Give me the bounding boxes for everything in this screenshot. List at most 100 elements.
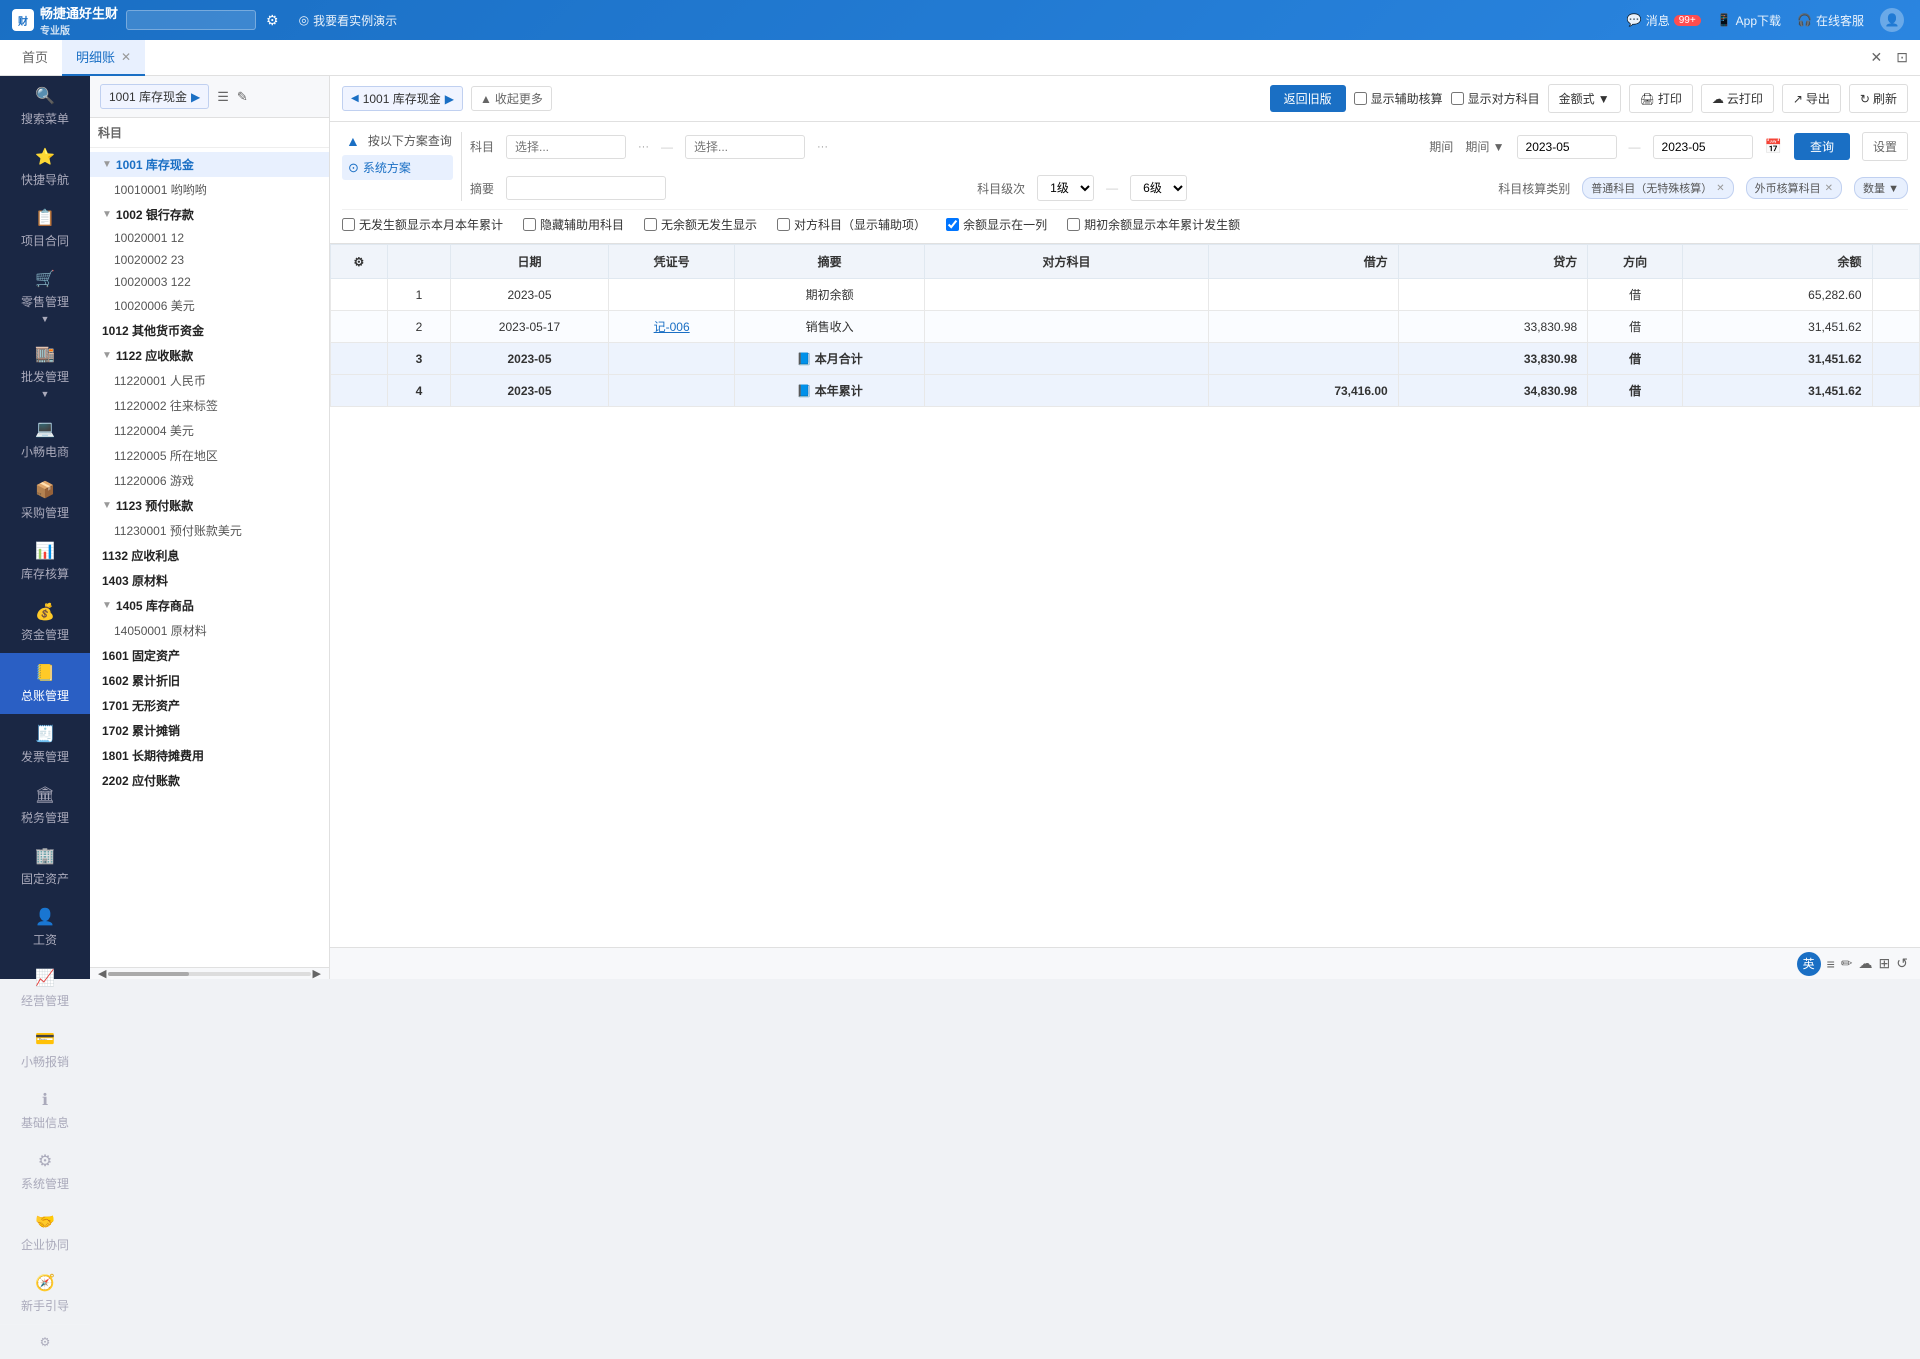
tree-node-11220002[interactable]: 11220002 往来标签 bbox=[90, 393, 329, 418]
tree-node-1602[interactable]: 1602 累计折旧 bbox=[90, 668, 329, 693]
period-start-input[interactable] bbox=[1517, 135, 1617, 159]
show-opposite-input[interactable] bbox=[1451, 92, 1464, 105]
tab-home[interactable]: 首页 bbox=[8, 40, 62, 76]
no-balance2-input[interactable] bbox=[644, 218, 657, 231]
show-aux-checkbox[interactable]: 显示辅助核算 bbox=[1354, 90, 1443, 107]
bottom-btn-grid[interactable]: ⊞ bbox=[1879, 955, 1891, 972]
return-old-btn[interactable]: 返回旧版 bbox=[1270, 85, 1346, 112]
tree-node-14050001[interactable]: 14050001 原材料 bbox=[90, 618, 329, 643]
tree-node-1122[interactable]: ▼ 1122 应收账款 bbox=[90, 343, 329, 368]
message-btn[interactable]: 💬 消息 99+ bbox=[1627, 12, 1701, 29]
calendar-icon1[interactable]: 📅 bbox=[1765, 138, 1782, 155]
period-end-input[interactable] bbox=[1653, 135, 1753, 159]
account-filter-input[interactable] bbox=[506, 135, 626, 159]
demo-link[interactable]: ◎ 我要看实例演示 bbox=[299, 12, 398, 29]
tree-scroll-right-btn[interactable]: ▶ bbox=[311, 965, 323, 979]
tree-node-10020002[interactable]: 10020002 23 bbox=[90, 249, 329, 271]
no-balance-checkbox[interactable]: 无发生额显示本月本年累计 bbox=[342, 216, 503, 233]
tree-node-1701[interactable]: 1701 无形资产 bbox=[90, 693, 329, 718]
tree-node-1702[interactable]: 1702 累计摊销 bbox=[90, 718, 329, 743]
col-settings[interactable]: ⚙ bbox=[331, 245, 388, 279]
tree-node-10020006[interactable]: 10020006 美元 bbox=[90, 293, 329, 318]
bottom-btn-translate[interactable]: 英 bbox=[1797, 952, 1821, 976]
quantity-tag[interactable]: 数量 ▼ bbox=[1854, 177, 1908, 199]
sidebar-item-retail[interactable]: 🛒 零售管理 ▼ bbox=[0, 259, 90, 334]
bottom-btn-menu[interactable]: ≡ bbox=[1827, 956, 1835, 972]
company-input[interactable] bbox=[126, 10, 256, 30]
tree-node-11220005[interactable]: 11220005 所在地区 bbox=[90, 443, 329, 468]
balance-one-col-checkbox[interactable]: 余额显示在一列 bbox=[946, 216, 1047, 233]
hide-aux-checkbox[interactable]: 隐藏辅助用科目 bbox=[523, 216, 624, 233]
show-aux-input[interactable] bbox=[1354, 92, 1367, 105]
category-tag-2-close[interactable]: ✕ bbox=[1825, 183, 1833, 194]
sidebar-item-sys[interactable]: ⚙ 系统管理 bbox=[0, 1141, 90, 1202]
amount-style-btn[interactable]: 金额式 ▼ bbox=[1548, 84, 1621, 113]
bottom-btn-cloud[interactable]: ☁ bbox=[1859, 955, 1873, 972]
voucher-link[interactable]: 记-006 bbox=[654, 320, 690, 334]
filter-settings-btn[interactable]: 设置 bbox=[1862, 132, 1908, 161]
tab-close-all-btn[interactable]: ✕ bbox=[1867, 45, 1887, 70]
tree-node-1012[interactable]: 1012 其他货币资金 bbox=[90, 318, 329, 343]
period-balance-input[interactable] bbox=[1067, 218, 1080, 231]
sidebar-settings-btn[interactable]: ⚙ bbox=[0, 1325, 90, 1359]
level-from-select[interactable]: 1级2级3级 bbox=[1037, 175, 1094, 201]
bottom-btn-refresh[interactable]: ↺ bbox=[1896, 955, 1908, 972]
tree-scroll-left-btn[interactable]: ◀ bbox=[96, 965, 108, 979]
category-tag-1[interactable]: 普通科目（无特殊核算）✕ bbox=[1582, 177, 1733, 199]
level-to-select[interactable]: 6级5级4级 bbox=[1130, 175, 1187, 201]
sidebar-item-inventory[interactable]: 📊 库存核算 bbox=[0, 531, 90, 592]
tree-node-1132[interactable]: 1132 应收利息 bbox=[90, 543, 329, 568]
sidebar-item-quicknav[interactable]: ⭐ 快捷导航 bbox=[0, 137, 90, 198]
filter-collapse-btn[interactable]: ▲ bbox=[342, 133, 364, 149]
sidebar-item-invoice[interactable]: 🧾 发票管理 bbox=[0, 714, 90, 775]
sidebar-item-capital[interactable]: 💰 资金管理 bbox=[0, 592, 90, 653]
show-opp-input[interactable] bbox=[777, 218, 790, 231]
sidebar-item-biz[interactable]: 📈 经营管理 bbox=[0, 958, 90, 1019]
tree-node-2202[interactable]: 2202 应付账款 bbox=[90, 768, 329, 793]
tree-node-10020003[interactable]: 10020003 122 bbox=[90, 271, 329, 293]
summary-input[interactable] bbox=[506, 176, 666, 200]
system-scheme-item[interactable]: ⊙ 系统方案 bbox=[342, 155, 453, 180]
sidebar-item-purchase[interactable]: 📦 采购管理 bbox=[0, 470, 90, 531]
tree-node-1801[interactable]: 1801 长期待摊费用 bbox=[90, 743, 329, 768]
online-service-btn[interactable]: 🎧 在线客服 bbox=[1797, 12, 1864, 29]
tree-node-1001[interactable]: ▼ 1001 库存现金 bbox=[90, 152, 329, 177]
tree-node-11230001[interactable]: 11230001 预付账款美元 bbox=[90, 518, 329, 543]
tab-expand-btn[interactable]: ⊡ bbox=[1892, 45, 1912, 70]
tree-node-1123[interactable]: ▼ 1123 预付账款 bbox=[90, 493, 329, 518]
period-balance-checkbox[interactable]: 期初余额显示本年累计发生额 bbox=[1067, 216, 1240, 233]
sidebar-item-search[interactable]: 🔍 搜索菜单 bbox=[0, 76, 90, 137]
app-download-btn[interactable]: 📱 App下载 bbox=[1717, 12, 1781, 29]
sidebar-item-assets[interactable]: 🏢 固定资产 bbox=[0, 836, 90, 897]
sidebar-item-guide[interactable]: 🧭 新手引导 bbox=[0, 1263, 90, 1324]
row2-voucher[interactable]: 记-006 bbox=[608, 311, 734, 343]
tree-edit-btn[interactable]: ✎ bbox=[235, 87, 250, 107]
bottom-btn-edit[interactable]: ✏ bbox=[1841, 955, 1853, 972]
category-tag-2[interactable]: 外币核算科目✕ bbox=[1746, 177, 1842, 199]
tree-node-1002[interactable]: ▼ 1002 银行存款 bbox=[90, 202, 329, 227]
settings-icon-btn[interactable]: ⚙ bbox=[262, 8, 283, 33]
tree-node-1601[interactable]: 1601 固定资产 bbox=[90, 643, 329, 668]
show-opposite-checkbox[interactable]: 显示对方科目 bbox=[1451, 90, 1540, 107]
sidebar-item-project[interactable]: 📋 项目合同 bbox=[0, 198, 90, 259]
sidebar-item-xcsales[interactable]: 💳 小畅报销 bbox=[0, 1019, 90, 1080]
hide-aux-input[interactable] bbox=[523, 218, 536, 231]
user-btn[interactable]: 👤 bbox=[1880, 8, 1908, 32]
sidebar-item-tax[interactable]: 🏛 税务管理 bbox=[0, 775, 90, 836]
refresh-btn[interactable]: ↻ 刷新 bbox=[1849, 84, 1908, 113]
cloud-print-btn[interactable]: ☁ 云打印 bbox=[1701, 84, 1774, 113]
more-btn[interactable]: ▲ 收起更多 bbox=[471, 86, 552, 111]
query-btn[interactable]: 查询 bbox=[1794, 133, 1850, 160]
sidebar-item-gl[interactable]: 📒 总账管理 bbox=[0, 653, 90, 714]
tree-node-1405[interactable]: ▼ 1405 库存商品 bbox=[90, 593, 329, 618]
sidebar-item-coop[interactable]: 🤝 企业协同 bbox=[0, 1202, 90, 1263]
show-opp-checkbox[interactable]: 对方科目（显示辅助项） bbox=[777, 216, 926, 233]
tree-node-10010001[interactable]: 10010001 哟哟哟 bbox=[90, 177, 329, 202]
export-btn[interactable]: ↗ 导出 bbox=[1782, 84, 1841, 113]
account-filter-input2[interactable] bbox=[685, 135, 805, 159]
tab-ledger-close[interactable]: ✕ bbox=[121, 50, 131, 64]
print-btn[interactable]: 🖨 打印 bbox=[1629, 84, 1693, 113]
tree-node-1403[interactable]: 1403 原材料 bbox=[90, 568, 329, 593]
tree-scrollbar[interactable] bbox=[108, 972, 310, 976]
sidebar-item-wholesale[interactable]: 🏬 批发管理 ▼ bbox=[0, 334, 90, 409]
